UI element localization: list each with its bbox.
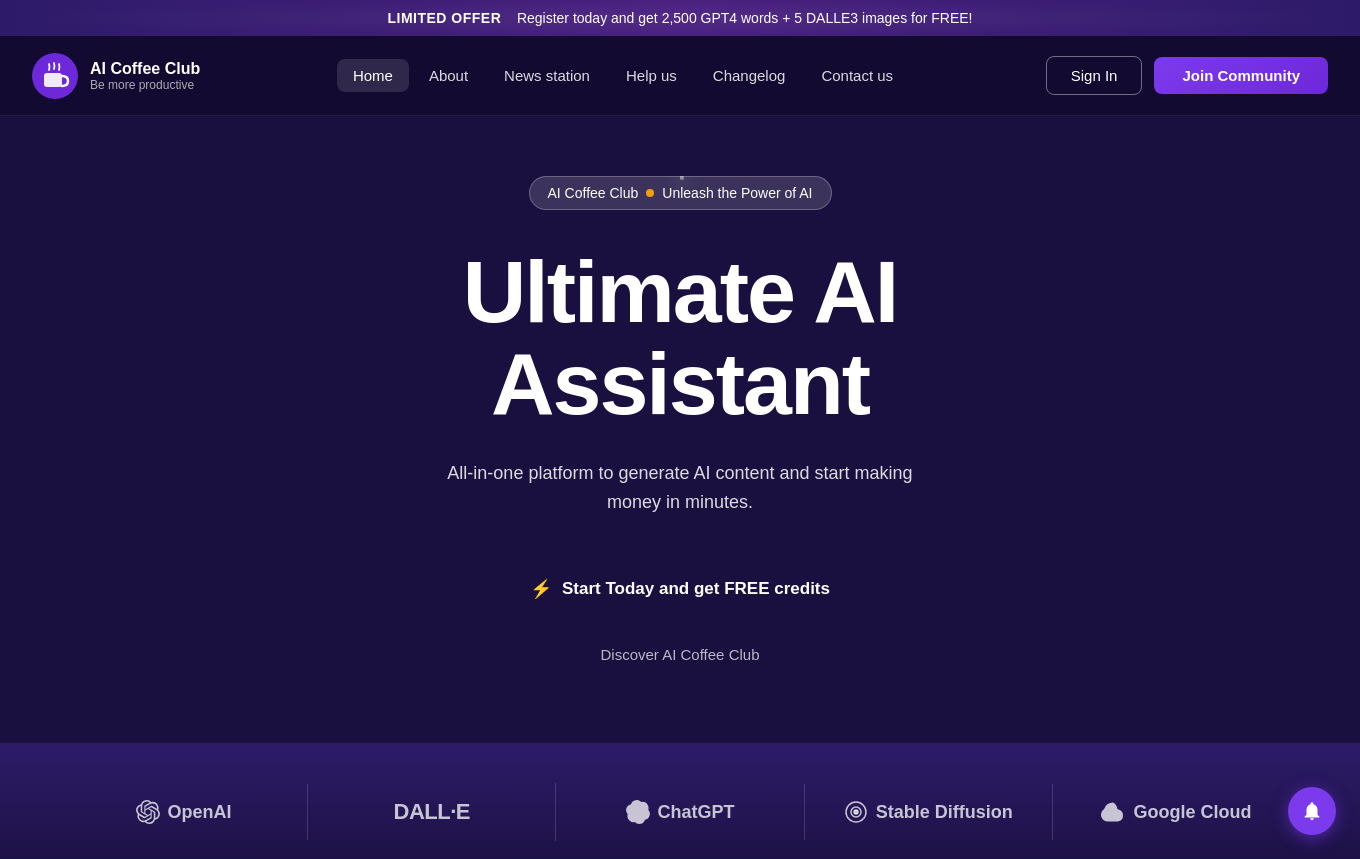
partner-google-cloud: Google Cloud [1053, 784, 1300, 840]
signin-button[interactable]: Sign In [1046, 56, 1143, 95]
nav-news[interactable]: News station [488, 59, 606, 92]
nav-links: Home About News station Help us Changelo… [337, 59, 909, 92]
openai-logo: OpenAI [136, 800, 232, 824]
logo-link[interactable]: AI Coffee Club Be more productive [32, 53, 200, 99]
dalle-text: DALL·E [394, 799, 470, 825]
partner-chatgpt: ChatGPT [556, 784, 804, 840]
cta-label: Start Today and get FREE credits [562, 579, 830, 599]
chatgpt-text: ChatGPT [658, 802, 735, 823]
svg-point-4 [854, 810, 858, 814]
logo-title: AI Coffee Club [90, 59, 200, 78]
bell-icon [1301, 800, 1323, 822]
stable-diffusion-icon [844, 800, 868, 824]
partner-stable-diffusion: Stable Diffusion [805, 784, 1053, 840]
cta-button[interactable]: ⚡ Start Today and get FREE credits [488, 560, 872, 618]
nav-help[interactable]: Help us [610, 59, 693, 92]
badge-tagline: Unleash the Power of AI [662, 185, 812, 201]
nav-contact[interactable]: Contact us [805, 59, 909, 92]
nav-about[interactable]: About [413, 59, 484, 92]
google-cloud-icon [1101, 800, 1125, 824]
hero-title-line2: Assistant [491, 334, 869, 433]
openai-icon [136, 800, 160, 824]
nav-actions: Sign In Join Community [1046, 56, 1328, 95]
discover-link[interactable]: Discover AI Coffee Club [601, 646, 760, 663]
lightning-icon: ⚡ [530, 578, 552, 600]
hero-badge: AI Coffee Club Unleash the Power of AI [529, 176, 832, 210]
chatgpt-icon [626, 800, 650, 824]
notification-button[interactable] [1288, 787, 1336, 835]
hero-title-line1: Ultimate AI [463, 242, 897, 341]
badge-brand: AI Coffee Club [548, 185, 639, 201]
announcement-bar: LIMITED OFFER Register today and get 2,5… [0, 0, 1360, 36]
logo-icon [32, 53, 78, 99]
hero-section: AI Coffee Club Unleash the Power of AI U… [0, 116, 1360, 743]
main-nav: AI Coffee Club Be more productive Home A… [0, 36, 1360, 116]
nav-changelog[interactable]: Changelog [697, 59, 802, 92]
partners-section: OpenAI DALL·E ChatGPT Stable Diffusion [0, 743, 1360, 859]
openai-text: OpenAI [168, 802, 232, 823]
limited-offer-label: LIMITED OFFER [387, 10, 501, 26]
partner-openai: OpenAI [60, 784, 308, 840]
google-cloud-logo: Google Cloud [1101, 800, 1251, 824]
join-button[interactable]: Join Community [1154, 57, 1328, 94]
chatgpt-logo: ChatGPT [626, 800, 735, 824]
hero-subtitle: All-in-one platform to generate AI conte… [420, 459, 940, 517]
hero-title: Ultimate AI Assistant [463, 246, 897, 431]
stable-diffusion-logo: Stable Diffusion [844, 800, 1013, 824]
stable-diffusion-text: Stable Diffusion [876, 802, 1013, 823]
nav-home[interactable]: Home [337, 59, 409, 92]
logo-subtitle: Be more productive [90, 78, 200, 92]
google-cloud-text: Google Cloud [1133, 802, 1251, 823]
badge-dot [646, 189, 654, 197]
dalle-logo: DALL·E [394, 799, 470, 825]
svg-rect-1 [44, 73, 62, 87]
announcement-message: Register today and get 2,500 GPT4 words … [517, 10, 973, 26]
partner-dalle: DALL·E [308, 783, 556, 841]
